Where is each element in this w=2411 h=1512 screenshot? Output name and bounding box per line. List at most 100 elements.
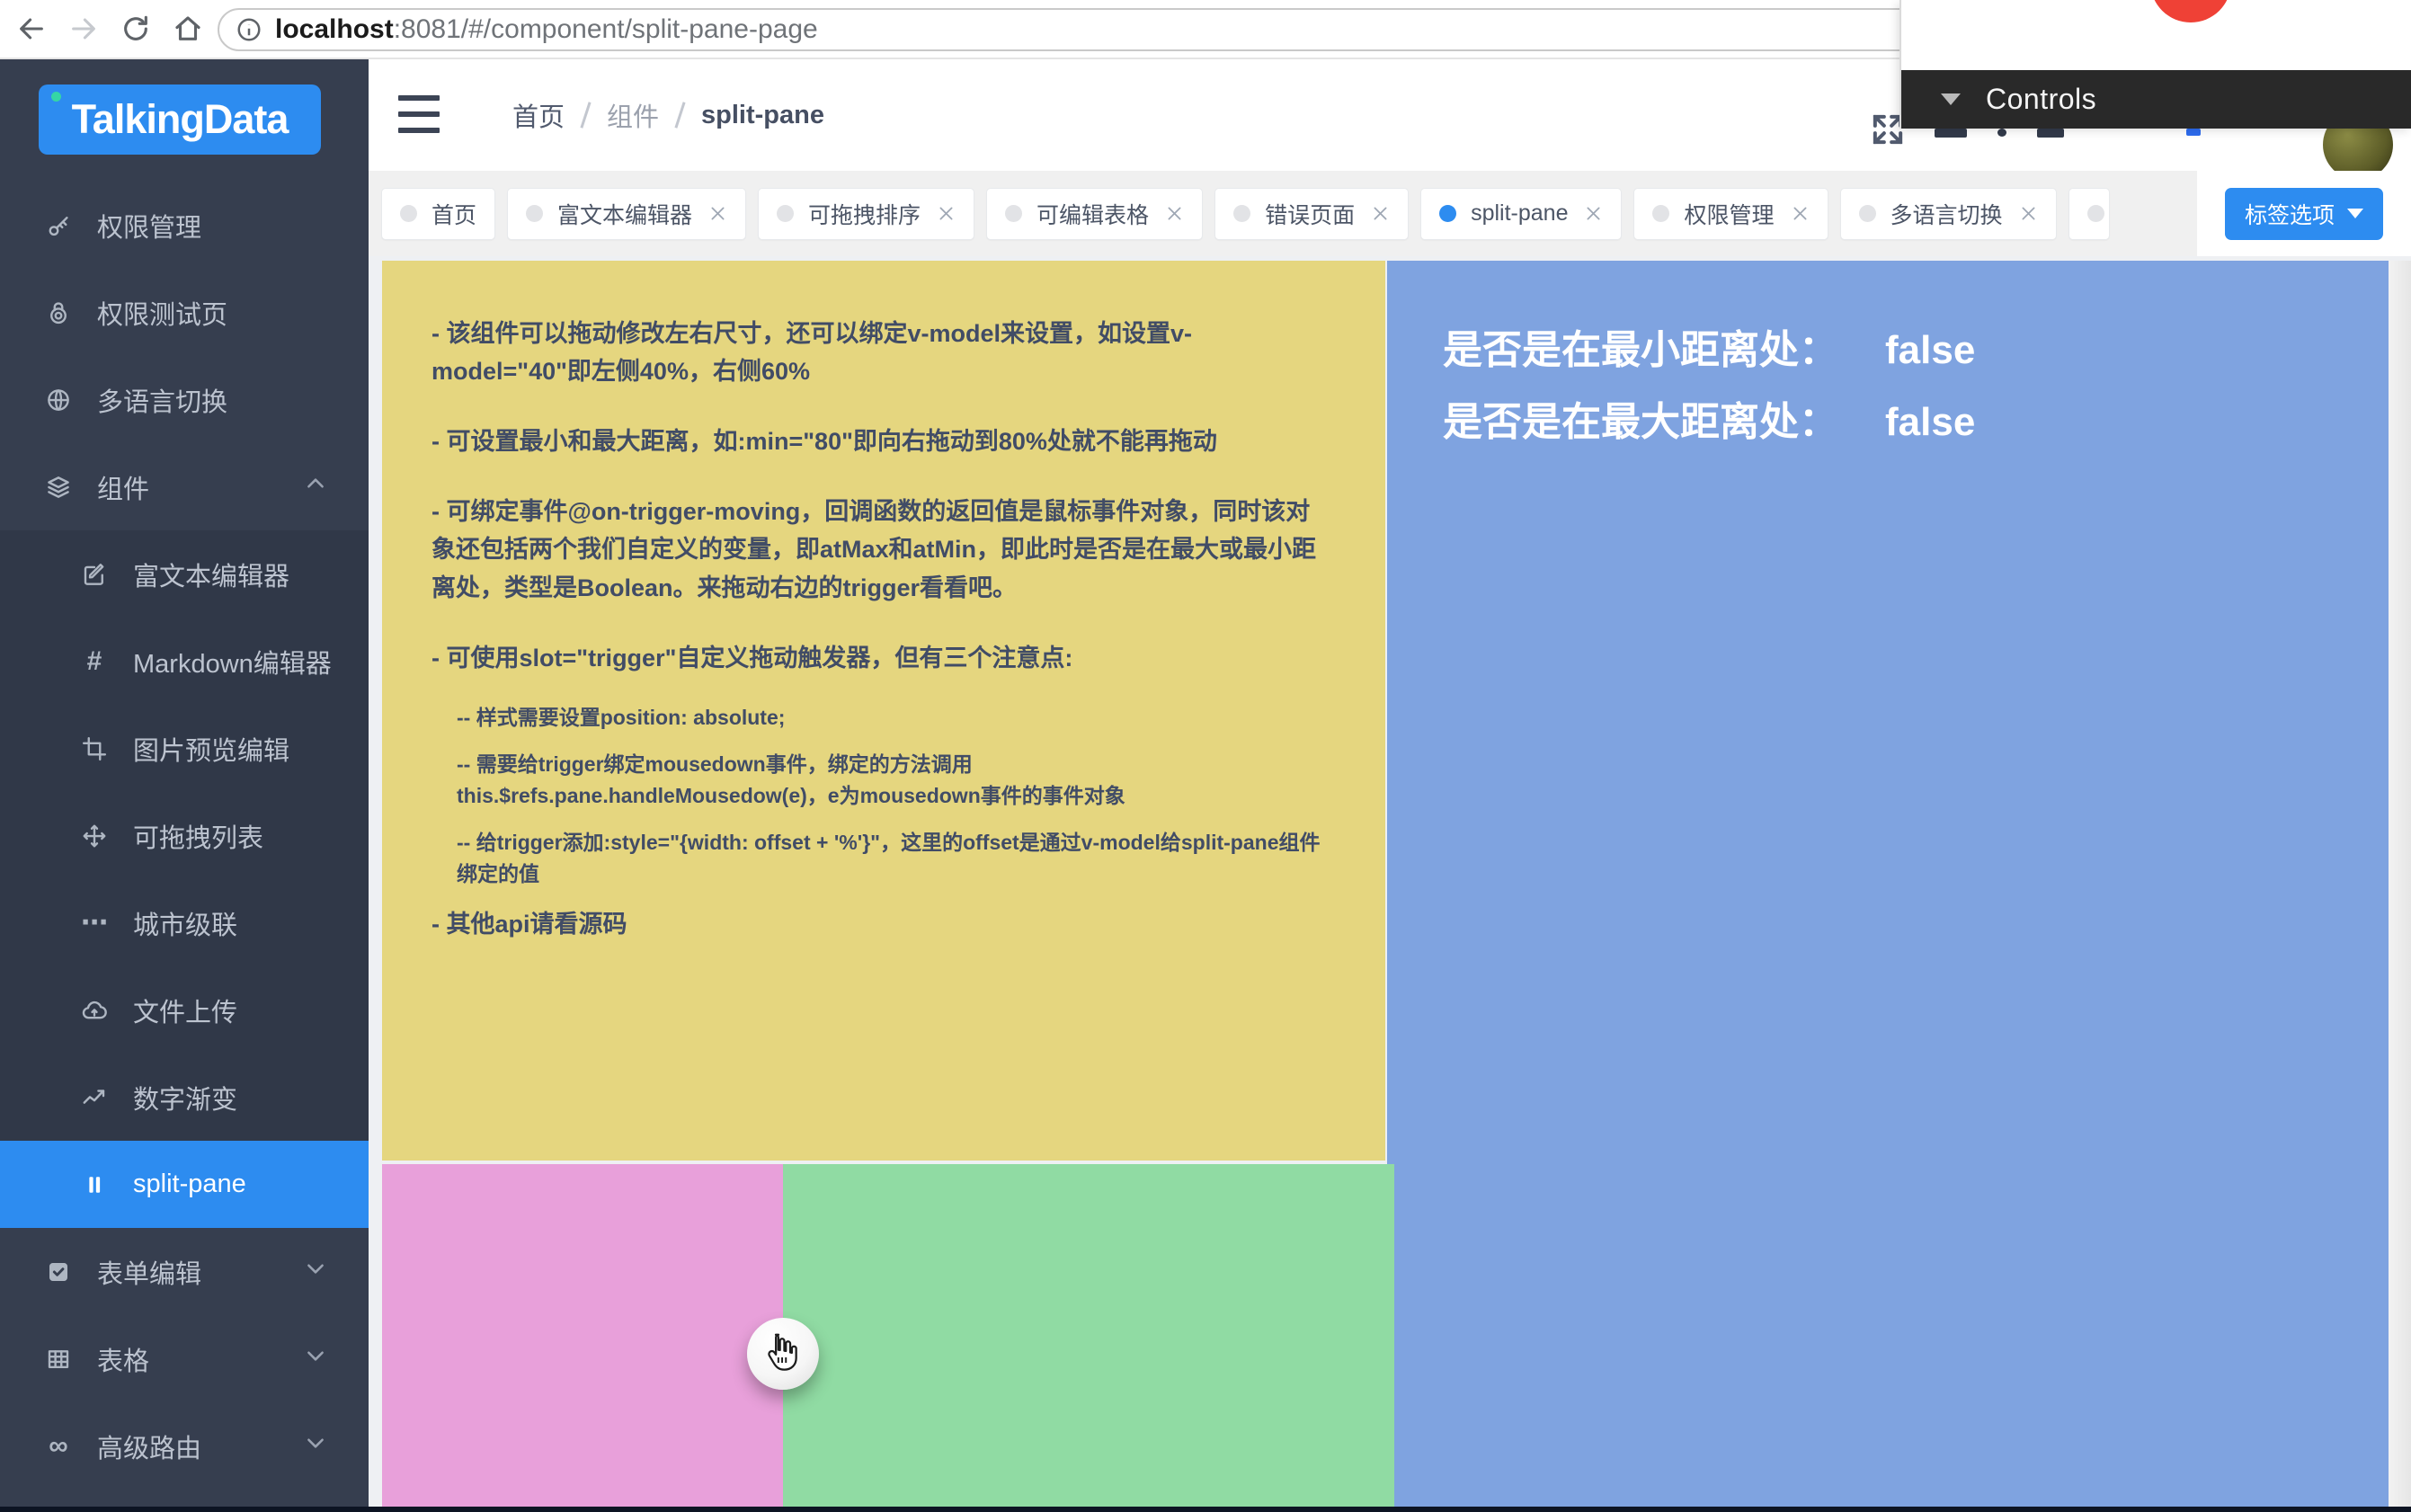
sidebar-item-label: 表格 [97, 1347, 150, 1376]
screen: localhost:8081/#/component/split-pane-pa… [0, 0, 2411, 1512]
sidebar-item-label: 组件 [97, 475, 150, 504]
brand-logo[interactable]: TalkingData [39, 84, 321, 155]
tab-label: 可拖拽排序 [808, 202, 921, 228]
sidebar-item-label: 高级路由 [97, 1434, 202, 1463]
scrollbar-track[interactable] [2389, 261, 2411, 1507]
split-pane-demo: - 该组件可以拖动修改左右尺寸，还可以绑定v-model来设置，如设置v-mod… [369, 256, 2411, 1507]
trending-up-icon [79, 1082, 110, 1113]
sidebar-item-label: split-pane [133, 1170, 246, 1198]
at-max-label: 是否是在最大距离处： [1443, 400, 1838, 444]
sidebar-item-city-cascader[interactable]: ⋯ 城市级联 [0, 879, 369, 966]
sidebar-item-permission-管理[interactable]: 权限管理 [0, 182, 369, 269]
sidebar-item-markdown-editor[interactable]: # Markdown编辑器 [0, 618, 369, 705]
sidebar-item-label: 权限测试页 [97, 300, 228, 330]
hidden-icon-fragment [1935, 129, 1967, 138]
move-icon [79, 821, 110, 851]
caret-down-icon [2347, 209, 2363, 218]
sidebar-item-table[interactable]: 表格 [0, 1315, 369, 1402]
back-button[interactable] [11, 8, 52, 49]
tab-label: 权限管理 [1684, 202, 1775, 228]
hidden-icon-fragment [1997, 129, 2006, 137]
close-icon[interactable] [708, 204, 727, 223]
sidebar: TalkingData 权限管理 权限测试页 多语言切换 组件 富文本编辑器 #… [0, 59, 369, 1507]
tag-options-label: 标签选项 [2244, 202, 2335, 228]
tab-i18n[interactable]: 多语言切换 [1839, 187, 2057, 240]
recorder-controls-bar[interactable]: Controls [1901, 70, 2411, 129]
tab-label: 富文本编辑器 [557, 202, 693, 228]
close-icon[interactable] [1371, 204, 1390, 223]
sidebar-item-i18n[interactable]: 多语言切换 [0, 356, 369, 443]
record-indicator-icon [2150, 0, 2231, 22]
sidebar-item-form-edit[interactable]: 表单编辑 [0, 1228, 369, 1315]
doc-paragraph: - 其他api请看源码 [431, 911, 627, 938]
tab-dot [2086, 205, 2104, 222]
site-info-icon[interactable] [236, 16, 262, 43]
tab-clipped[interactable] [2068, 187, 2110, 240]
close-icon[interactable] [937, 204, 956, 223]
sidebar-item-label: 城市级联 [133, 911, 238, 940]
tab-dot [1858, 205, 1876, 222]
tag-options-button[interactable]: 标签选项 [2224, 187, 2383, 240]
close-icon[interactable] [2019, 204, 2038, 223]
brand-text: TalkingData [71, 96, 289, 142]
close-icon[interactable] [1791, 204, 1810, 223]
tab-split-pane[interactable]: split-pane [1420, 187, 1623, 240]
hand-cursor-icon [768, 1333, 797, 1371]
tab-error-page[interactable]: 错误页面 [1214, 187, 1410, 240]
breadcrumb-separator [674, 102, 686, 129]
sidebar-item-split-pane[interactable]: split-pane [0, 1141, 369, 1228]
home-button[interactable] [167, 8, 209, 49]
lock-icon [43, 298, 74, 328]
at-max-value: false [1885, 400, 1976, 444]
split-pane-trigger[interactable] [747, 1318, 819, 1390]
sidebar-item-number-gradient[interactable]: 数字渐变 [0, 1054, 369, 1141]
layers-icon [43, 472, 74, 503]
sidebar-item-components[interactable]: 组件 [0, 443, 369, 530]
tab-dot [1439, 205, 1457, 222]
back-icon [20, 18, 43, 40]
breadcrumb-home[interactable]: 首页 [512, 96, 565, 134]
sidebar-item-label: 图片预览编辑 [133, 736, 290, 766]
hash-icon: # [86, 645, 102, 676]
tab-rich-text-editor[interactable]: 富文本编辑器 [507, 187, 747, 240]
at-min-line: 是否是在最小距离处： false [1443, 315, 2389, 387]
chevron-down-icon [304, 1344, 327, 1374]
sidebar-item-label: 多语言切换 [97, 387, 228, 417]
tab-home[interactable]: 首页 [381, 187, 496, 240]
hidden-icon-fragment [2186, 129, 2201, 136]
table-icon [43, 1344, 74, 1374]
at-max-line: 是否是在最大距离处： false [1443, 387, 2389, 458]
tab-label: split-pane [1471, 200, 1569, 226]
at-min-label: 是否是在最小距离处： [1443, 328, 1838, 372]
sidebar-item-draggable-list[interactable]: 可拖拽列表 [0, 792, 369, 879]
sidebar-item-label: 文件上传 [133, 998, 238, 1027]
sidebar-item-permission-test[interactable]: 权限测试页 [0, 269, 369, 356]
doc-pane: - 该组件可以拖动修改左右尺寸，还可以绑定v-model来设置，如设置v-mod… [382, 261, 1385, 1161]
tab-label: 多语言切换 [1890, 202, 2003, 228]
tab-dot [526, 205, 544, 222]
breadcrumb: 首页 组件 split-pane [512, 59, 824, 171]
sidebar-item-advanced-router[interactable]: ∞ 高级路由 [0, 1402, 369, 1490]
sidebar-item-image-crop[interactable]: 图片预览编辑 [0, 705, 369, 792]
tab-draggable-sort[interactable]: 可拖拽排序 [758, 187, 975, 240]
ellipsis-icon: ⋯ [81, 907, 108, 938]
crop-icon [79, 734, 110, 764]
tab-permission[interactable]: 权限管理 [1633, 187, 1828, 240]
doc-subparagraph: -- 样式需要设置position: absolute; [457, 705, 786, 729]
close-icon[interactable] [1584, 204, 1603, 223]
reload-button[interactable] [115, 8, 156, 49]
sidebar-item-rich-text-editor[interactable]: 富文本编辑器 [0, 530, 369, 618]
tab-dot [1005, 205, 1023, 222]
breadcrumb-components: 组件 [607, 103, 660, 132]
forward-button[interactable] [63, 8, 104, 49]
recorder-overlay: Controls [1899, 0, 2411, 129]
nested-right-pane [783, 1164, 1394, 1507]
bottom-edge [0, 1507, 2411, 1512]
sidebar-item-label: 数字渐变 [133, 1085, 238, 1115]
menu-toggle-button[interactable] [398, 95, 440, 133]
sidebar-item-file-upload[interactable]: 文件上传 [0, 966, 369, 1054]
close-icon[interactable] [1165, 204, 1184, 223]
tab-editable-table[interactable]: 可编辑表格 [986, 187, 1204, 240]
tab-dot [1233, 205, 1251, 222]
chevron-down-icon [304, 1431, 327, 1462]
